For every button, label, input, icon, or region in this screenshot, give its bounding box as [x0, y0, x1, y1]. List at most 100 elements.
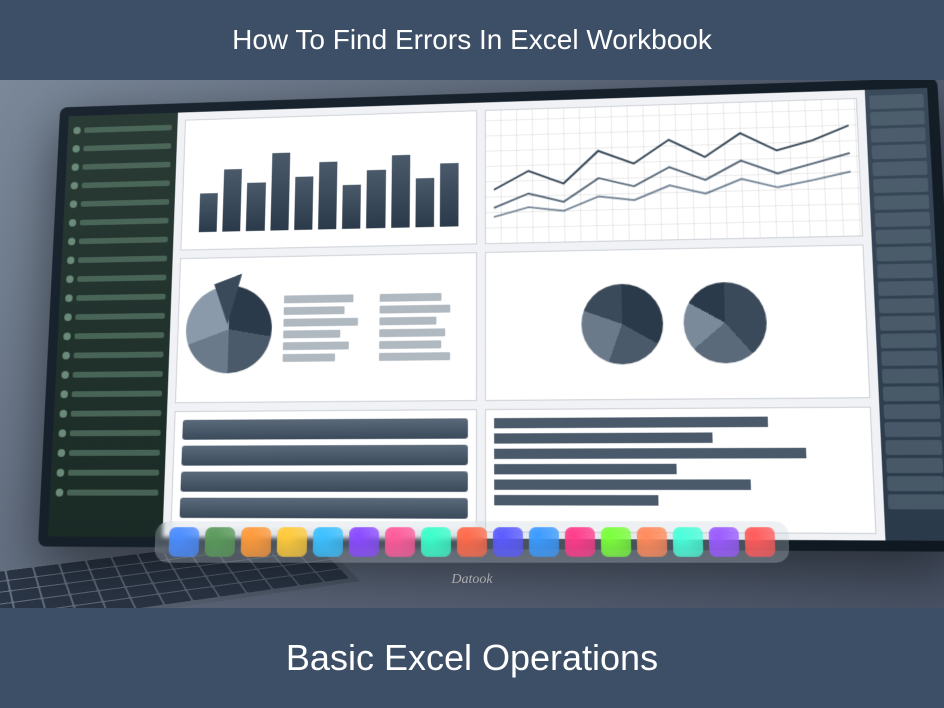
- dock-app-icon: [168, 527, 199, 557]
- donut-chart-icon: [682, 282, 767, 364]
- dock-app-icon: [277, 527, 308, 557]
- hbar: [494, 432, 712, 443]
- bar: [318, 161, 338, 229]
- laptop-brand-label: Datook: [451, 572, 492, 588]
- dashboard-button: [180, 471, 467, 492]
- sidebar-item: [69, 213, 169, 230]
- sidebar-item: [57, 445, 160, 461]
- bar: [199, 193, 218, 232]
- dock-app-icon: [601, 527, 632, 557]
- bar-chart-panel: [180, 110, 477, 250]
- hbar: [494, 448, 806, 459]
- dock-app-icon: [385, 527, 415, 557]
- strip-item: [886, 458, 943, 473]
- strip-item: [885, 440, 942, 455]
- sidebar-item: [59, 405, 161, 421]
- laptop-screen: [38, 80, 944, 552]
- dock-app-icon: [205, 527, 236, 557]
- strip-item: [871, 127, 926, 142]
- bar: [391, 154, 410, 228]
- sidebar-item: [70, 176, 170, 194]
- bar: [294, 176, 313, 230]
- buttons-panel: [170, 409, 477, 532]
- strip-item: [873, 178, 928, 193]
- keyboard-key: [160, 591, 191, 605]
- strip-item: [884, 422, 941, 437]
- header-banner: How To Find Errors In Excel Workbook: [0, 0, 944, 80]
- strip-item: [887, 476, 944, 491]
- dock-app-icon: [529, 527, 559, 557]
- strip-item: [876, 246, 932, 261]
- sidebar-item: [64, 308, 165, 325]
- dock-app-icon: [457, 527, 487, 557]
- sidebar-item: [61, 366, 163, 383]
- line-chart-panel: [485, 98, 863, 244]
- strip-item: [875, 212, 931, 227]
- strip-item: [888, 494, 944, 509]
- sidebar-item: [58, 425, 161, 441]
- sidebar-item: [72, 139, 171, 157]
- sidebar-item: [66, 270, 167, 287]
- bar: [366, 170, 385, 229]
- strip-item: [884, 404, 941, 419]
- bar: [222, 169, 242, 232]
- bar: [270, 153, 290, 231]
- dashboard-button: [182, 418, 468, 439]
- sidebar-item: [62, 347, 164, 364]
- sidebar-item: [65, 289, 166, 306]
- bar: [415, 178, 434, 227]
- dashboard-button: [180, 498, 468, 519]
- hbar: [494, 417, 768, 429]
- keyboard-key: [214, 583, 245, 596]
- strip-item: [879, 316, 935, 331]
- dock-app-icon: [673, 527, 704, 557]
- footer-banner: Basic Excel Operations: [0, 608, 944, 708]
- sidebar-item: [60, 386, 162, 402]
- sidebar-item: [73, 120, 172, 138]
- page-subtitle: Basic Excel Operations: [286, 637, 658, 679]
- hbar-chart-panel: [485, 407, 876, 534]
- donut-charts-panel: [485, 244, 870, 401]
- sidebar-item: [68, 232, 168, 249]
- strip-item: [880, 333, 937, 348]
- strip-item: [874, 195, 930, 210]
- keyboard-key: [0, 603, 14, 608]
- dashboard-grid: [162, 90, 885, 541]
- bar: [246, 182, 265, 231]
- dashboard-button: [181, 445, 468, 466]
- pie-chart-panel: [175, 252, 477, 403]
- sidebar-item: [56, 465, 159, 481]
- keyboard-key: [187, 587, 218, 600]
- strip-item: [875, 229, 931, 244]
- keyboard-key: [132, 595, 163, 608]
- strip-item: [883, 386, 940, 401]
- dock-app-icon: [709, 527, 740, 557]
- sidebar-item: [63, 327, 165, 344]
- sidebar-item: [55, 485, 158, 501]
- hbar: [494, 464, 676, 475]
- bar: [440, 163, 459, 227]
- strip-item: [877, 263, 933, 278]
- pie-chart-icon: [185, 285, 273, 374]
- macos-dock: [154, 521, 790, 563]
- bar: [342, 185, 361, 229]
- dock-app-icon: [565, 527, 595, 557]
- donut-chart-icon: [580, 283, 663, 364]
- strip-item: [879, 298, 935, 313]
- hero-illustration: Datook: [0, 80, 944, 608]
- hbar: [494, 495, 658, 506]
- dock-app-icon: [421, 527, 451, 557]
- strip-item: [882, 368, 939, 383]
- dashboard-sidebar: [48, 113, 178, 537]
- strip-item: [881, 351, 938, 366]
- strip-item: [870, 110, 925, 125]
- dock-app-icon: [349, 527, 379, 557]
- sidebar-item: [69, 194, 169, 211]
- sidebar-item: [67, 251, 168, 268]
- sidebar-item: [71, 157, 171, 175]
- dock-app-icon: [241, 527, 272, 557]
- strip-item: [871, 144, 926, 159]
- dock-app-icon: [493, 527, 523, 557]
- dock-app-icon: [745, 527, 776, 557]
- page-title: How To Find Errors In Excel Workbook: [232, 24, 712, 56]
